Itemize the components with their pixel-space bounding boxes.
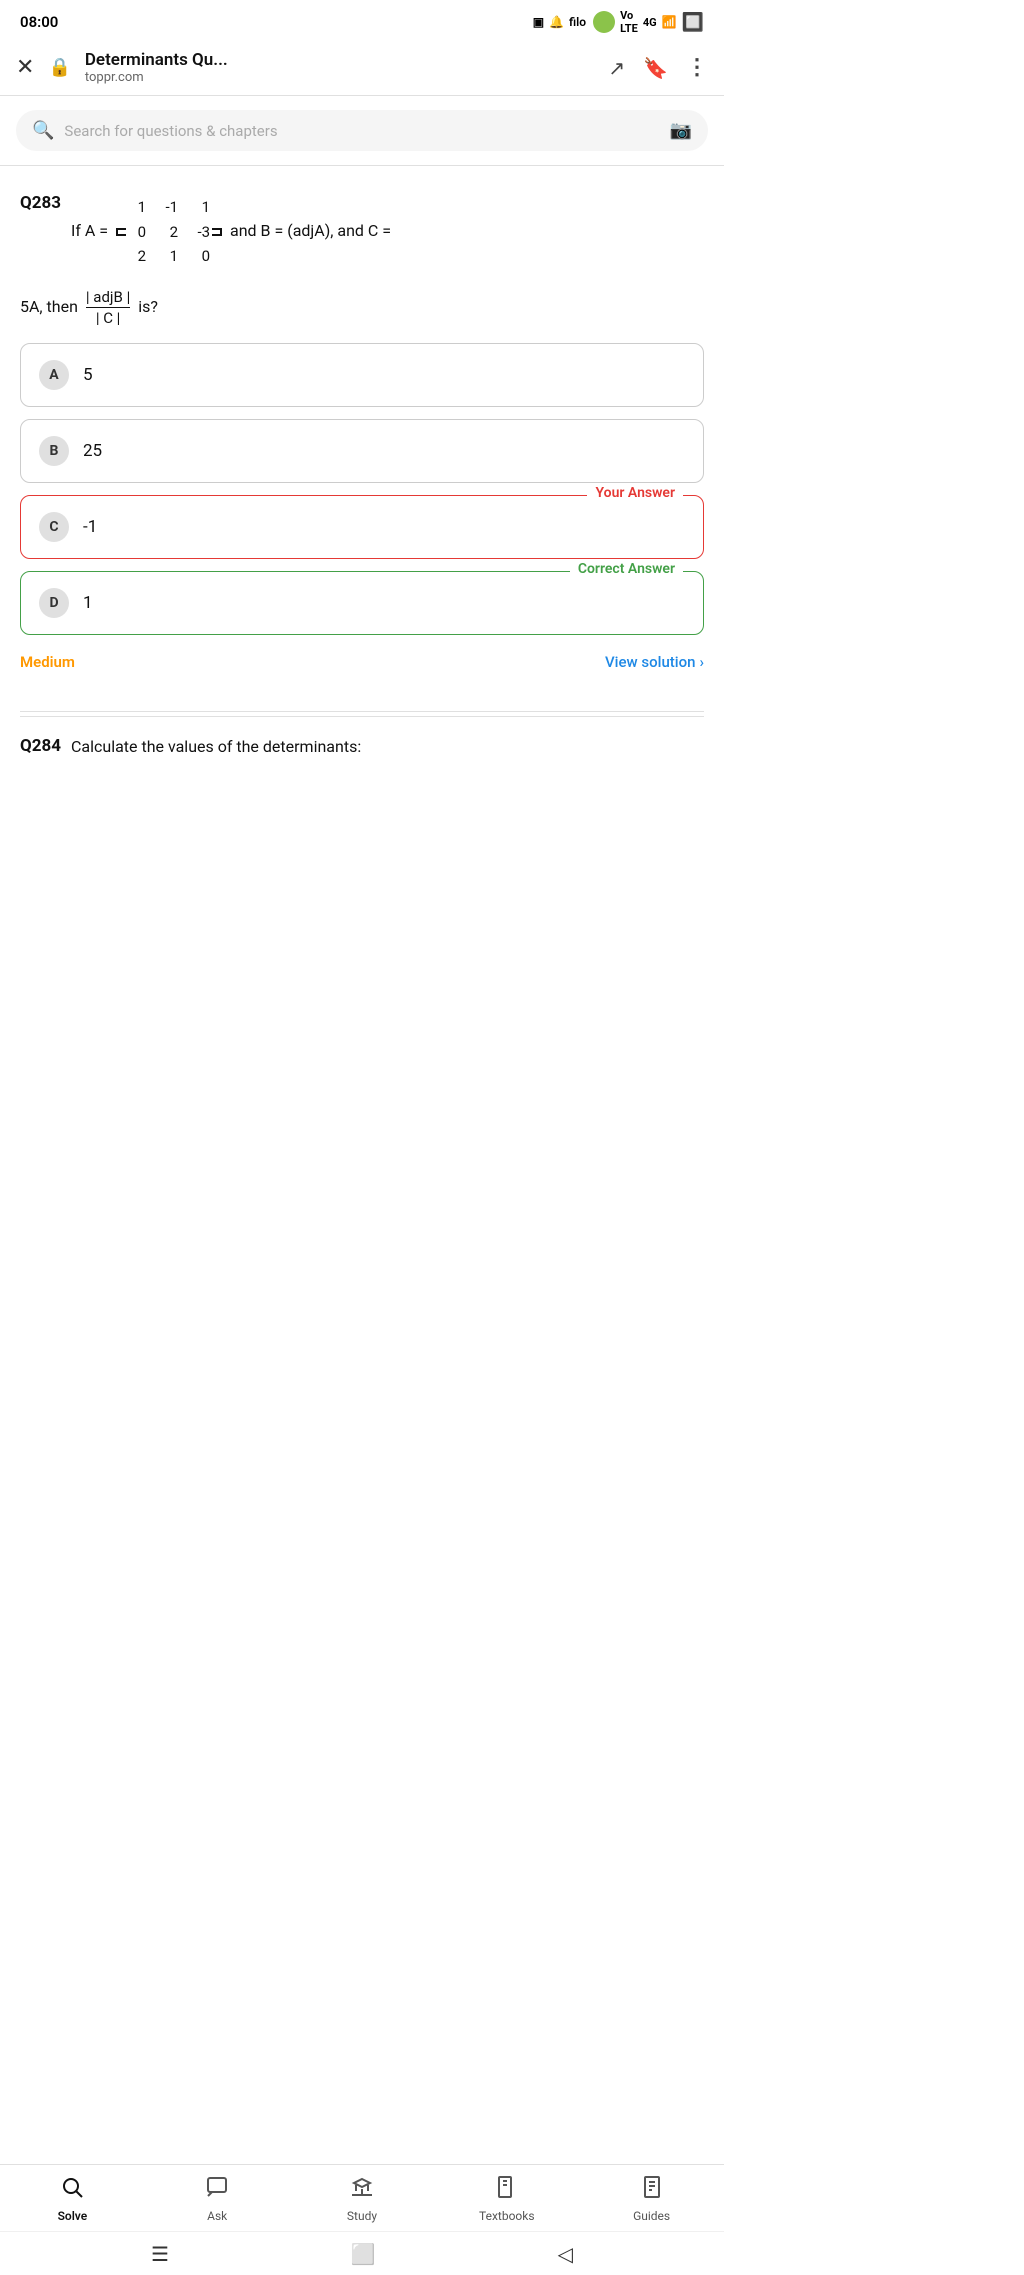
textbooks-icon [495, 2175, 519, 2205]
recording-icon: ▣ [533, 15, 544, 29]
options-list: A 5 B 25 Your Answer C -1 Correct Answer… [20, 343, 704, 635]
fraction-numerator: | adjB | [86, 288, 130, 308]
option-a[interactable]: A 5 [20, 343, 704, 407]
back-icon[interactable]: ◁ [558, 2242, 573, 2266]
question-284-header: Q284 Calculate the values of the determi… [20, 733, 704, 760]
question-283-and-text: and B = (adjA), and C = [230, 221, 391, 240]
divider-2 [20, 711, 704, 712]
question-284-number: Q284 [20, 733, 61, 760]
question-283-intro: If A = [71, 221, 108, 240]
more-options-icon[interactable]: ⋮ [686, 55, 708, 80]
menu-icon[interactable]: ☰ [151, 2242, 169, 2266]
home-icon[interactable]: ⬜ [351, 2242, 376, 2266]
bottom-spacer [0, 804, 724, 944]
question-283-body: If A = 1 -1 1 0 2 -3 2 1 0 [71, 190, 391, 274]
nav-guides[interactable]: Guides [622, 2175, 682, 2223]
study-label: Study [347, 2209, 377, 2223]
option-a-badge: A [39, 360, 69, 390]
question-284: Q284 Calculate the values of the determi… [20, 716, 704, 760]
filo-logo [593, 11, 615, 33]
ask-icon [205, 2175, 229, 2205]
question-283-continuation: 5A, then | adjB | | C | is? [20, 288, 704, 327]
option-d-badge: D [39, 588, 69, 618]
android-nav: ☰ ⬜ ◁ [0, 2231, 724, 2275]
ask-label: Ask [207, 2209, 227, 2223]
matrix-bracket-left [116, 228, 126, 236]
option-c-text: -1 [83, 517, 97, 537]
option-b[interactable]: B 25 [20, 419, 704, 483]
search-bar-container: 🔍 Search for questions & chapters 📷 [0, 96, 724, 161]
notification-icon: 🔔 [549, 15, 564, 29]
is-question-text: is? [138, 293, 158, 320]
nav-solve[interactable]: Solve [42, 2175, 102, 2223]
guides-icon [640, 2175, 664, 2205]
battery-icon: 🔲 [682, 12, 704, 33]
option-d[interactable]: Correct Answer D 1 [20, 571, 704, 635]
view-solution-link[interactable]: View solution › [605, 653, 704, 671]
solve-label: Solve [58, 2209, 88, 2223]
camera-icon[interactable]: 📷 [670, 120, 692, 141]
continuation-prefix: 5A, then [20, 293, 78, 320]
difficulty-badge: Medium [20, 653, 75, 671]
fraction-denominator: | C | [96, 308, 121, 327]
main-content: Q283 If A = 1 -1 1 0 2 -3 2 1 0 [0, 170, 724, 804]
view-solution-text: View solution [605, 653, 695, 671]
matrix-a: 1 -1 1 0 2 -3 2 1 0 [116, 190, 222, 274]
browser-actions[interactable]: ↗ 🔖 ⋮ [608, 55, 708, 80]
question-283: Q283 If A = 1 -1 1 0 2 -3 2 1 0 [20, 190, 704, 687]
chevron-right-icon: › [699, 653, 704, 671]
correct-answer-label: Correct Answer [570, 561, 683, 577]
option-c-badge: C [39, 512, 69, 542]
option-d-text: 1 [83, 593, 93, 613]
page-title: Determinants Qu... [85, 50, 594, 70]
matrix-content: 1 -1 1 0 2 -3 2 1 0 [126, 190, 212, 274]
browser-bar: ✕ 🔒 Determinants Qu... toppr.com ↗ 🔖 ⋮ [0, 40, 724, 96]
nav-study[interactable]: Study [332, 2175, 392, 2223]
your-answer-label: Your Answer [587, 485, 683, 501]
divider-1 [0, 165, 724, 166]
solve-icon [60, 2175, 84, 2205]
search-placeholder[interactable]: Search for questions & chapters [64, 122, 659, 140]
textbooks-label: Textbooks [479, 2209, 535, 2223]
signal-text: VoLTE [620, 9, 638, 35]
bottom-nav: Solve Ask Study Textbooks Guides [0, 2164, 724, 2231]
nav-ask[interactable]: Ask [187, 2175, 247, 2223]
share-icon[interactable]: ↗ [608, 56, 625, 80]
question-284-text: Calculate the values of the determinants… [71, 733, 361, 760]
status-icons: ▣ 🔔 filo VoLTE 4G 📶 🔲 [533, 9, 704, 35]
browser-title-block: Determinants Qu... toppr.com [85, 50, 594, 85]
option-b-badge: B [39, 436, 69, 466]
status-bar: 08:00 ▣ 🔔 filo VoLTE 4G 📶 🔲 [0, 0, 724, 40]
close-button[interactable]: ✕ [16, 55, 34, 80]
question-283-header: Q283 If A = 1 -1 1 0 2 -3 2 1 0 [20, 190, 704, 274]
search-bar[interactable]: 🔍 Search for questions & chapters 📷 [16, 110, 708, 151]
option-c[interactable]: Your Answer C -1 [20, 495, 704, 559]
page-url: toppr.com [85, 70, 594, 85]
option-b-text: 25 [83, 441, 102, 461]
bookmark-icon[interactable]: 🔖 [643, 56, 668, 80]
lock-icon: 🔒 [48, 57, 70, 78]
study-icon [350, 2175, 374, 2205]
matrix-bracket-right [212, 228, 222, 236]
4g-icon: 4G [643, 16, 657, 29]
wifi-bars: 📶 [662, 15, 677, 29]
guides-label: Guides [633, 2209, 670, 2223]
question-283-number: Q283 [20, 190, 61, 217]
search-icon: 🔍 [32, 120, 54, 141]
app-name: filo [569, 15, 586, 29]
fraction: | adjB | | C | [86, 288, 130, 327]
status-time: 08:00 [20, 13, 58, 31]
question-283-footer: Medium View solution › [20, 653, 704, 687]
option-a-text: 5 [83, 365, 93, 385]
nav-textbooks[interactable]: Textbooks [477, 2175, 537, 2223]
